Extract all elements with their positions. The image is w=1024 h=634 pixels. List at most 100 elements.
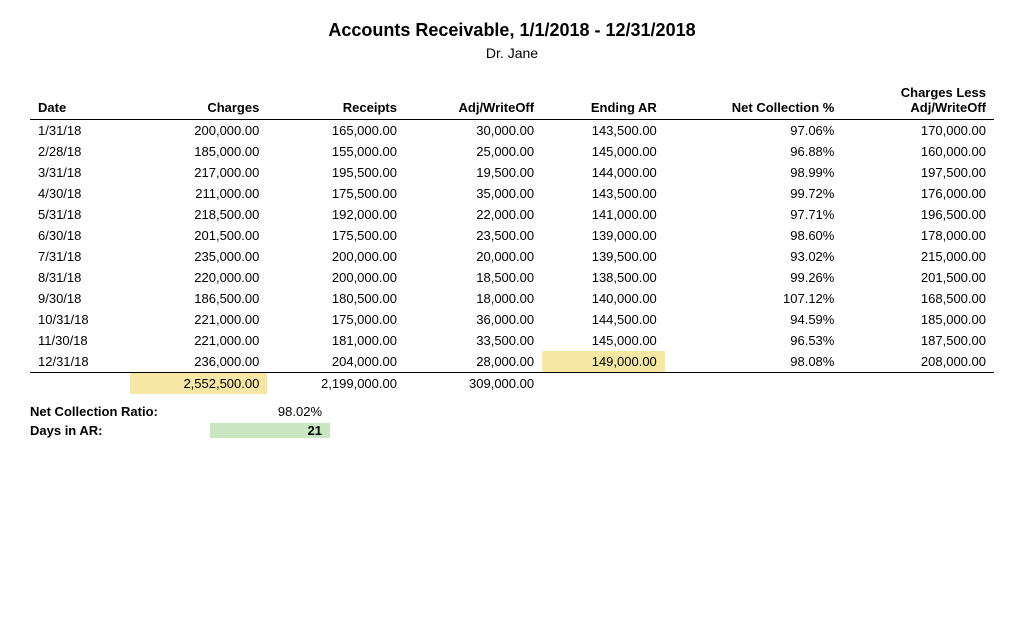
cell-ending-ar: 149,000.00 bbox=[542, 351, 665, 373]
cell-charges: 221,000.00 bbox=[130, 330, 268, 351]
cell-charges-less: 176,000.00 bbox=[842, 183, 994, 204]
cell-receipts: 165,000.00 bbox=[267, 120, 405, 142]
cell-charges: 220,000.00 bbox=[130, 267, 268, 288]
cell-date: 11/30/18 bbox=[30, 330, 130, 351]
cell-net-col: 97.71% bbox=[665, 204, 843, 225]
col-header-receipts: Receipts bbox=[267, 81, 405, 120]
totals-date-cell bbox=[30, 373, 130, 395]
table-row: 10/31/18 221,000.00 175,000.00 36,000.00… bbox=[30, 309, 994, 330]
cell-net-col: 94.59% bbox=[665, 309, 843, 330]
cell-adj: 25,000.00 bbox=[405, 141, 542, 162]
cell-charges-less: 201,500.00 bbox=[842, 267, 994, 288]
col-header-date: Date bbox=[30, 81, 130, 120]
cell-ending-ar: 138,500.00 bbox=[542, 267, 665, 288]
cell-net-col: 96.88% bbox=[665, 141, 843, 162]
cell-charges-less: 160,000.00 bbox=[842, 141, 994, 162]
cell-ending-ar: 143,500.00 bbox=[542, 183, 665, 204]
cell-receipts: 195,500.00 bbox=[267, 162, 405, 183]
totals-charges-cell: 2,552,500.00 bbox=[130, 373, 268, 395]
cell-adj: 19,500.00 bbox=[405, 162, 542, 183]
totals-row: 2,552,500.00 2,199,000.00 309,000.00 bbox=[30, 373, 994, 395]
cell-adj: 20,000.00 bbox=[405, 246, 542, 267]
cell-charges: 200,000.00 bbox=[130, 120, 268, 142]
table-row: 2/28/18 185,000.00 155,000.00 25,000.00 … bbox=[30, 141, 994, 162]
col-header-adj-writeoff: Adj/WriteOff bbox=[405, 81, 542, 120]
totals-net-col-cell bbox=[665, 373, 843, 395]
cell-adj: 23,500.00 bbox=[405, 225, 542, 246]
col-header-charges: Charges bbox=[130, 81, 268, 120]
cell-receipts: 181,000.00 bbox=[267, 330, 405, 351]
ar-table: Date Charges Receipts Adj/WriteOff Endin… bbox=[30, 81, 994, 394]
cell-ending-ar: 139,000.00 bbox=[542, 225, 665, 246]
totals-receipts-cell: 2,199,000.00 bbox=[267, 373, 405, 395]
cell-charges: 235,000.00 bbox=[130, 246, 268, 267]
cell-receipts: 180,500.00 bbox=[267, 288, 405, 309]
cell-charges-less: 185,000.00 bbox=[842, 309, 994, 330]
days-in-ar-row: Days in AR: 21 bbox=[30, 423, 994, 438]
table-row: 11/30/18 221,000.00 181,000.00 33,500.00… bbox=[30, 330, 994, 351]
report-title: Accounts Receivable, 1/1/2018 - 12/31/20… bbox=[30, 20, 994, 41]
col-header-charges-less: Charges Less Adj/WriteOff bbox=[842, 81, 994, 120]
cell-adj: 18,000.00 bbox=[405, 288, 542, 309]
table-row: 6/30/18 201,500.00 175,500.00 23,500.00 … bbox=[30, 225, 994, 246]
cell-charges: 236,000.00 bbox=[130, 351, 268, 373]
table-row: 8/31/18 220,000.00 200,000.00 18,500.00 … bbox=[30, 267, 994, 288]
table-row: 4/30/18 211,000.00 175,500.00 35,000.00 … bbox=[30, 183, 994, 204]
cell-net-col: 98.99% bbox=[665, 162, 843, 183]
cell-date: 8/31/18 bbox=[30, 267, 130, 288]
cell-ending-ar: 144,000.00 bbox=[542, 162, 665, 183]
cell-receipts: 175,000.00 bbox=[267, 309, 405, 330]
cell-net-col: 93.02% bbox=[665, 246, 843, 267]
cell-date: 2/28/18 bbox=[30, 141, 130, 162]
cell-receipts: 155,000.00 bbox=[267, 141, 405, 162]
table-row: 3/31/18 217,000.00 195,500.00 19,500.00 … bbox=[30, 162, 994, 183]
cell-adj: 18,500.00 bbox=[405, 267, 542, 288]
cell-receipts: 204,000.00 bbox=[267, 351, 405, 373]
cell-date: 5/31/18 bbox=[30, 204, 130, 225]
report-subtitle: Dr. Jane bbox=[30, 45, 994, 61]
net-collection-row: Net Collection Ratio: 98.02% bbox=[30, 404, 994, 419]
cell-adj: 28,000.00 bbox=[405, 351, 542, 373]
table-row: 9/30/18 186,500.00 180,500.00 18,000.00 … bbox=[30, 288, 994, 309]
cell-charges-less: 170,000.00 bbox=[842, 120, 994, 142]
totals-adj-cell: 309,000.00 bbox=[405, 373, 542, 395]
cell-receipts: 192,000.00 bbox=[267, 204, 405, 225]
cell-charges-less: 178,000.00 bbox=[842, 225, 994, 246]
cell-net-col: 107.12% bbox=[665, 288, 843, 309]
cell-ending-ar: 145,000.00 bbox=[542, 330, 665, 351]
cell-charges-less: 196,500.00 bbox=[842, 204, 994, 225]
cell-date: 4/30/18 bbox=[30, 183, 130, 204]
table-header-row: Date Charges Receipts Adj/WriteOff Endin… bbox=[30, 81, 994, 120]
days-in-ar-label: Days in AR: bbox=[30, 423, 210, 438]
cell-ending-ar: 140,000.00 bbox=[542, 288, 665, 309]
summary-section: Net Collection Ratio: 98.02% Days in AR:… bbox=[30, 404, 994, 438]
cell-ending-ar: 139,500.00 bbox=[542, 246, 665, 267]
cell-adj: 35,000.00 bbox=[405, 183, 542, 204]
cell-date: 12/31/18 bbox=[30, 351, 130, 373]
cell-charges-less: 168,500.00 bbox=[842, 288, 994, 309]
cell-adj: 33,500.00 bbox=[405, 330, 542, 351]
cell-receipts: 200,000.00 bbox=[267, 246, 405, 267]
cell-net-col: 98.60% bbox=[665, 225, 843, 246]
cell-date: 7/31/18 bbox=[30, 246, 130, 267]
cell-date: 10/31/18 bbox=[30, 309, 130, 330]
cell-net-col: 97.06% bbox=[665, 120, 843, 142]
totals-ending-ar-cell bbox=[542, 373, 665, 395]
cell-charges-less: 208,000.00 bbox=[842, 351, 994, 373]
cell-charges: 218,500.00 bbox=[130, 204, 268, 225]
cell-date: 1/31/18 bbox=[30, 120, 130, 142]
table-row: 12/31/18 236,000.00 204,000.00 28,000.00… bbox=[30, 351, 994, 373]
cell-charges: 185,000.00 bbox=[130, 141, 268, 162]
cell-date: 9/30/18 bbox=[30, 288, 130, 309]
table-row: 7/31/18 235,000.00 200,000.00 20,000.00 … bbox=[30, 246, 994, 267]
cell-adj: 22,000.00 bbox=[405, 204, 542, 225]
cell-charges: 217,000.00 bbox=[130, 162, 268, 183]
cell-receipts: 200,000.00 bbox=[267, 267, 405, 288]
cell-charges-less: 187,500.00 bbox=[842, 330, 994, 351]
cell-date: 3/31/18 bbox=[30, 162, 130, 183]
cell-receipts: 175,500.00 bbox=[267, 183, 405, 204]
cell-charges-less: 215,000.00 bbox=[842, 246, 994, 267]
cell-ending-ar: 143,500.00 bbox=[542, 120, 665, 142]
table-row: 1/31/18 200,000.00 165,000.00 30,000.00 … bbox=[30, 120, 994, 142]
col-header-net-collection: Net Collection % bbox=[665, 81, 843, 120]
